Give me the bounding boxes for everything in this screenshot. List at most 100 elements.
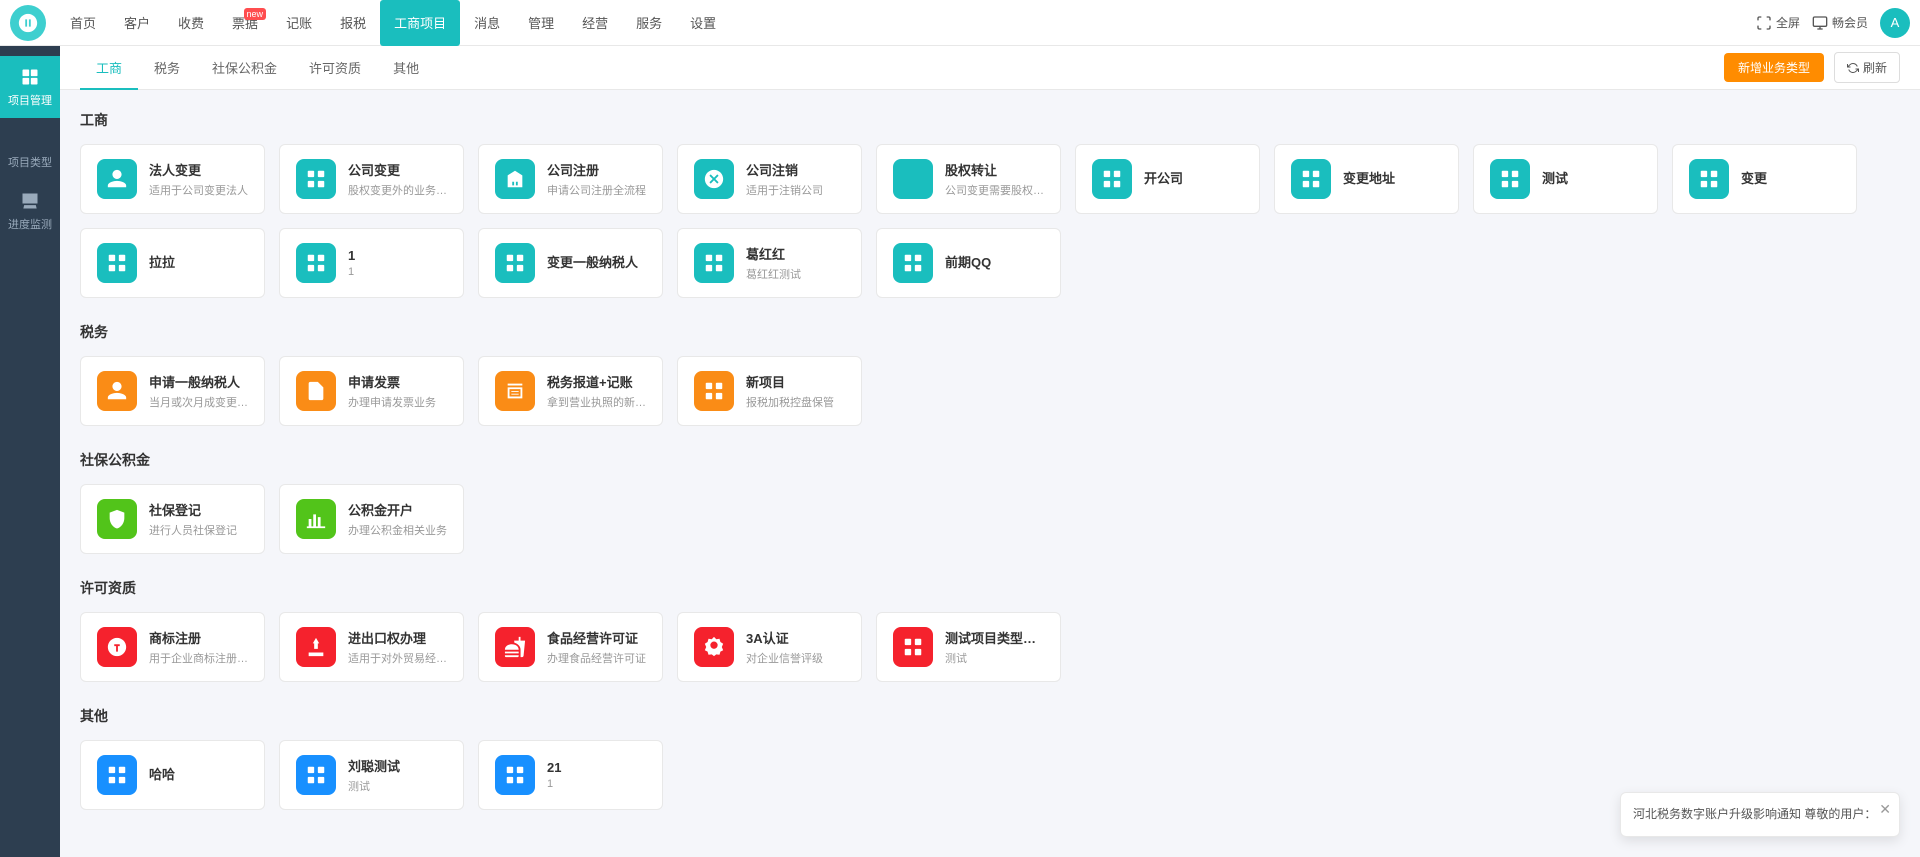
card-desc: 适用于注销公司: [746, 182, 845, 198]
refresh-button[interactable]: 刷新: [1834, 52, 1900, 83]
card-title: 股权转让: [945, 160, 1044, 179]
sidebar-item-project-type[interactable]: 项目类型: [0, 118, 60, 180]
person-icon: [97, 159, 137, 199]
tab-社保公积金[interactable]: 社保公积金: [196, 46, 293, 90]
card-desc: 申请公司注册全流程: [547, 182, 646, 198]
card-title: 21: [547, 760, 646, 775]
card-desc: 进行人员社保登记: [149, 522, 248, 538]
card-title: 葛红红: [746, 244, 845, 263]
card-text: 公积金开户办理公积金相关业务: [348, 500, 447, 538]
card-item[interactable]: 测试: [1473, 144, 1658, 214]
nav-items: 首页客户收费票据new记账报税工商项目消息管理经营服务设置: [56, 0, 1756, 46]
shield-icon: [97, 499, 137, 539]
card-text: 葛红红葛红红测试: [746, 244, 845, 282]
nav-item-工商项目[interactable]: 工商项目: [380, 0, 460, 46]
nav-item-首页[interactable]: 首页: [56, 0, 110, 46]
notification-close[interactable]: ✕: [1879, 801, 1891, 818]
card-item[interactable]: 哈哈: [80, 740, 265, 810]
card-title: 1: [348, 248, 447, 263]
card-text: 法人变更适用于公司变更法人: [149, 160, 248, 198]
nav-item-记账[interactable]: 记账: [272, 0, 326, 46]
card-title: 公积金开户: [348, 500, 447, 519]
card-item[interactable]: 3A认证对企业信誉评级: [677, 612, 862, 682]
nav-right: 全屏 畅会员 A: [1756, 8, 1910, 38]
cards-grid: 商标注册用于企业商标注册服务进出口权办理适用于对外贸易经营者食品经营许可证办理食…: [80, 612, 1900, 682]
card-item[interactable]: 11: [279, 228, 464, 298]
grid-icon: [1689, 159, 1729, 199]
nav-item-经营[interactable]: 经营: [568, 0, 622, 46]
card-text: 公司注册申请公司注册全流程: [547, 160, 646, 198]
tabs-actions: 新增业务类型 刷新: [1724, 52, 1900, 83]
card-item[interactable]: 申请发票办理申请发票业务: [279, 356, 464, 426]
sidebar-item-project-management[interactable]: 项目管理: [0, 56, 60, 118]
card-title: 公司变更: [348, 160, 447, 179]
card-text: 3A认证对企业信誉评级: [746, 628, 845, 666]
cert-icon: [694, 627, 734, 667]
card-item[interactable]: 变更: [1672, 144, 1857, 214]
tabs-container: 工商税务社保公积金许可资质其他: [80, 46, 435, 89]
card-item[interactable]: 公司变更股权变更外的业务变更: [279, 144, 464, 214]
card-item[interactable]: 公积金开户办理公积金相关业务: [279, 484, 464, 554]
card-item[interactable]: 前期QQ: [876, 228, 1061, 298]
card-text: 社保登记进行人员社保登记: [149, 500, 248, 538]
nav-item-收费[interactable]: 收费: [164, 0, 218, 46]
section-社保公积金: 社保公积金社保登记进行人员社保登记公积金开户办理公积金相关业务: [80, 450, 1900, 554]
nav-item-消息[interactable]: 消息: [460, 0, 514, 46]
trademark-icon: [97, 627, 137, 667]
card-item[interactable]: 税务报道+记账拿到营业执照的新公司: [478, 356, 663, 426]
card-item[interactable]: 新项目报税加税控盘保管: [677, 356, 862, 426]
nav-item-设置[interactable]: 设置: [676, 0, 730, 46]
card-item[interactable]: 拉拉: [80, 228, 265, 298]
tab-其他[interactable]: 其他: [377, 46, 435, 90]
grid-icon: [694, 243, 734, 283]
user-avatar[interactable]: A: [1880, 8, 1910, 38]
card-item[interactable]: 进出口权办理适用于对外贸易经营者: [279, 612, 464, 682]
card-title: 变更一般纳税人: [547, 252, 646, 271]
nav-item-服务[interactable]: 服务: [622, 0, 676, 46]
member-button[interactable]: 畅会员: [1812, 14, 1868, 31]
section-工商: 工商法人变更适用于公司变更法人公司变更股权变更外的业务变更公司注册申请公司注册全…: [80, 110, 1900, 298]
grid-icon: [296, 159, 336, 199]
grid-icon: [1092, 159, 1132, 199]
card-item[interactable]: 变更一般纳税人: [478, 228, 663, 298]
grid-icon: [694, 371, 734, 411]
card-text: 变更地址: [1343, 168, 1442, 190]
card-item[interactable]: 社保登记进行人员社保登记: [80, 484, 265, 554]
card-item[interactable]: 公司注册申请公司注册全流程: [478, 144, 663, 214]
card-item[interactable]: 葛红红葛红红测试: [677, 228, 862, 298]
add-type-button[interactable]: 新增业务类型: [1724, 53, 1824, 82]
tab-许可资质[interactable]: 许可资质: [293, 46, 377, 90]
card-item[interactable]: 公司注销适用于注销公司: [677, 144, 862, 214]
card-item[interactable]: 食品经营许可证办理食品经营许可证: [478, 612, 663, 682]
sidebar-label-monitor: 进度监测: [8, 216, 52, 232]
card-desc: 办理申请发票业务: [348, 394, 447, 410]
top-nav: 首页客户收费票据new记账报税工商项目消息管理经营服务设置 全屏 畅会员 A: [0, 0, 1920, 46]
fullscreen-button[interactable]: 全屏: [1756, 14, 1800, 31]
card-text: 新项目报税加税控盘保管: [746, 372, 845, 410]
card-item[interactable]: 刘聪测试测试: [279, 740, 464, 810]
card-item[interactable]: 股权转让公司变更需要股权转让: [876, 144, 1061, 214]
nav-item-票据[interactable]: 票据new: [218, 0, 272, 46]
card-item[interactable]: 开公司: [1075, 144, 1260, 214]
card-item[interactable]: 法人变更适用于公司变更法人: [80, 144, 265, 214]
grid-icon: [296, 243, 336, 283]
nav-item-管理[interactable]: 管理: [514, 0, 568, 46]
sidebar-item-monitor[interactable]: 进度监测: [0, 180, 60, 242]
card-title: 申请发票: [348, 372, 447, 391]
card-title: 前期QQ: [945, 252, 1044, 271]
card-item[interactable]: 申请一般纳税人当月或次月成变更完成: [80, 356, 265, 426]
notification-text: 河北税务数字账户升级影响通知 尊敬的用户：: [1633, 805, 1887, 824]
card-item[interactable]: 变更地址: [1274, 144, 1459, 214]
tab-工商[interactable]: 工商: [80, 46, 138, 90]
card-text: 税务报道+记账拿到营业执照的新公司: [547, 372, 646, 410]
card-title: 刘聪测试: [348, 756, 447, 775]
nav-logo[interactable]: [10, 5, 46, 41]
nav-item-客户[interactable]: 客户: [110, 0, 164, 46]
card-item[interactable]: 商标注册用于企业商标注册服务: [80, 612, 265, 682]
tab-税务[interactable]: 税务: [138, 46, 196, 90]
card-text: 变更一般纳税人: [547, 252, 646, 274]
card-item[interactable]: 211: [478, 740, 663, 810]
nav-item-报税[interactable]: 报税: [326, 0, 380, 46]
refresh-label: 刷新: [1863, 59, 1887, 76]
card-item[interactable]: 测试项目类型目定义测试: [876, 612, 1061, 682]
